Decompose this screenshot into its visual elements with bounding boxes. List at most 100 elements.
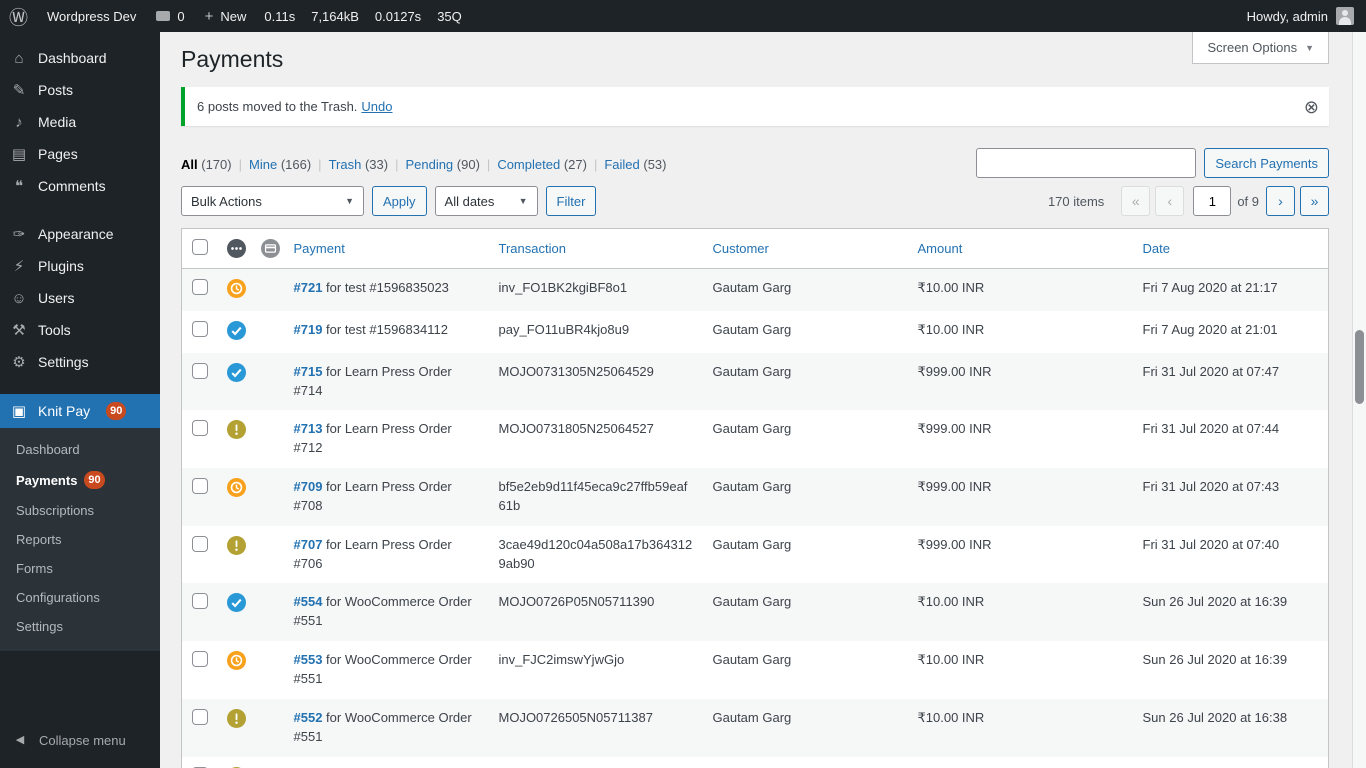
search-input[interactable] [976, 148, 1197, 178]
scrollbar-track[interactable] [1352, 32, 1366, 768]
payment-link[interactable]: #713 [294, 421, 323, 436]
sidebar-item-settings[interactable]: ⚙ Settings [0, 346, 160, 378]
view-trash[interactable]: Trash (33) [329, 157, 389, 172]
payment-link[interactable]: #707 [294, 537, 323, 552]
dates-filter-select[interactable]: All dates ▼ [434, 186, 538, 216]
bulk-actions-select[interactable]: Bulk Actions ▼ [181, 186, 364, 216]
view-failed[interactable]: Failed (53) [604, 157, 666, 172]
sidebar-item-media[interactable]: ♪ Media [0, 106, 160, 138]
view-all[interactable]: All (170) [181, 157, 232, 172]
submenu-item-label: Dashboard [16, 442, 80, 457]
wordpress-logo-icon[interactable]: Ⓦ [0, 0, 37, 32]
unread-count-badge: 90 [84, 471, 105, 489]
undo-link[interactable]: Undo [361, 99, 392, 114]
view-separator: | [486, 157, 491, 172]
sidebar-item-label: Knit Pay [38, 403, 91, 419]
subscription-column-icon[interactable] [260, 239, 280, 258]
sidebar-item-comments[interactable]: ❝ Comments [0, 170, 160, 202]
row-checkbox[interactable] [192, 535, 208, 552]
column-header-payment[interactable]: Payment [294, 241, 345, 256]
row-checkbox[interactable] [192, 320, 208, 337]
transaction-cell [489, 757, 703, 768]
submenu-item-configurations[interactable]: Configurations [0, 583, 160, 612]
payment-link[interactable]: #554 [294, 594, 323, 609]
admin-bar-account[interactable]: Howdy, admin [1247, 7, 1366, 25]
media-icon: ♪ [15, 113, 23, 131]
sidebar-item-appearance[interactable]: ✑ Appearance [0, 218, 160, 250]
transaction-cell: inv_FJC2imswYjwGjo [498, 652, 625, 668]
view-completed[interactable]: Completed (27) [497, 157, 587, 172]
payment-link[interactable]: #719 [294, 322, 323, 337]
admin-bar-comments[interactable]: 0 [146, 0, 194, 32]
date-cell: Sun 26 Jul 2020 at 16:39 [1142, 652, 1288, 668]
payment-link[interactable]: #721 [294, 280, 323, 295]
avatar [1336, 7, 1354, 25]
sidebar-item-knit-pay[interactable]: ▣ Knit Pay 90 [0, 394, 160, 428]
column-header-date[interactable]: Date [1143, 241, 1170, 256]
row-checkbox[interactable] [192, 708, 208, 725]
payment-link[interactable]: #552 [294, 710, 323, 725]
payment-link[interactable]: #709 [294, 479, 323, 494]
customer-cell: Gautam Garg [712, 479, 792, 495]
sidebar-item-users[interactable]: ☺ Users [0, 282, 160, 314]
row-checkbox[interactable] [192, 420, 208, 437]
submenu-item-settings[interactable]: Settings [0, 612, 160, 641]
submenu-item-dashboard[interactable]: Dashboard [0, 435, 160, 464]
qm-stats[interactable]: 0.11s 7,164kB 0.0127s 35Q [256, 0, 469, 32]
filter-button[interactable]: Filter [545, 186, 597, 216]
prev-page-button[interactable]: ‹ [1155, 186, 1185, 216]
row-checkbox[interactable] [192, 478, 208, 495]
sidebar-item-tools[interactable]: ⚒ Tools [0, 314, 160, 346]
page-title: Payments [181, 46, 284, 72]
row-checkbox[interactable] [192, 593, 208, 610]
scrollbar-thumb[interactable] [1355, 330, 1364, 404]
sidebar-item-plugins[interactable]: ⚡ Plugins [0, 250, 160, 282]
view-label: Pending [405, 157, 454, 172]
customer-cell: Gautam Garg [712, 594, 792, 610]
row-checkbox[interactable] [192, 362, 208, 379]
status-column-icon[interactable] [226, 239, 246, 258]
screen-options-label: Screen Options [1207, 40, 1298, 55]
row-checkbox[interactable] [192, 651, 208, 668]
column-header-amount[interactable]: Amount [918, 241, 963, 256]
view-mine[interactable]: Mine (166) [249, 157, 311, 172]
sidebar-item-dashboard[interactable]: ⌂ Dashboard [0, 42, 160, 74]
payment-link[interactable]: #715 [294, 364, 323, 379]
new-content-button[interactable]: + New [195, 0, 257, 32]
search-payments-button[interactable]: Search Payments [1204, 148, 1329, 178]
column-header-customer[interactable]: Customer [713, 241, 769, 256]
collapse-menu-button[interactable]: ◀ Collapse menu [0, 725, 160, 756]
dismiss-notice-icon[interactable]: ⊗ [1304, 98, 1319, 116]
last-page-button[interactable]: » [1300, 186, 1329, 216]
submenu-item-payments[interactable]: Payments 90 [0, 464, 160, 496]
sidebar-item-label: Dashboard [38, 50, 107, 66]
select-all-checkbox[interactable] [192, 239, 208, 255]
next-page-button[interactable]: › [1266, 186, 1295, 216]
status-completed-icon [226, 362, 246, 382]
customer-cell: Gautam Garg [703, 757, 908, 768]
sidebar-item-pages[interactable]: ▤ Pages [0, 138, 160, 170]
submenu-item-label: Reports [16, 532, 62, 547]
column-header-transaction[interactable]: Transaction [499, 241, 566, 256]
views-list: All (170) | Mine (166) | Trash (33) | Pending … [181, 157, 667, 178]
view-label: Completed [497, 157, 561, 172]
submenu-item-reports[interactable]: Reports [0, 525, 160, 554]
sidebar-item-posts[interactable]: ✎ Posts [0, 74, 160, 106]
view-pending[interactable]: Pending (90) [405, 157, 479, 172]
customer-cell: Gautam Garg [712, 652, 792, 668]
apply-button[interactable]: Apply [372, 186, 427, 216]
first-page-button[interactable]: « [1121, 186, 1151, 216]
row-checkbox[interactable] [192, 279, 208, 295]
submenu-item-forms[interactable]: Forms [0, 554, 160, 583]
status-on-hold-icon [226, 420, 246, 440]
site-name-link[interactable]: Wordpress Dev [37, 0, 146, 32]
chevron-down-icon: ▼ [345, 196, 354, 206]
status-completed-icon [226, 593, 246, 613]
payment-link[interactable]: #553 [294, 652, 323, 667]
submenu-item-subscriptions[interactable]: Subscriptions [0, 496, 160, 525]
comments-count: 0 [177, 8, 185, 24]
current-page-input[interactable] [1193, 186, 1232, 216]
screen-options-tab[interactable]: Screen Options ▼ [1192, 32, 1329, 64]
qm-stat: 0.0127s [374, 8, 422, 24]
comments-icon: ❝ [14, 177, 24, 195]
